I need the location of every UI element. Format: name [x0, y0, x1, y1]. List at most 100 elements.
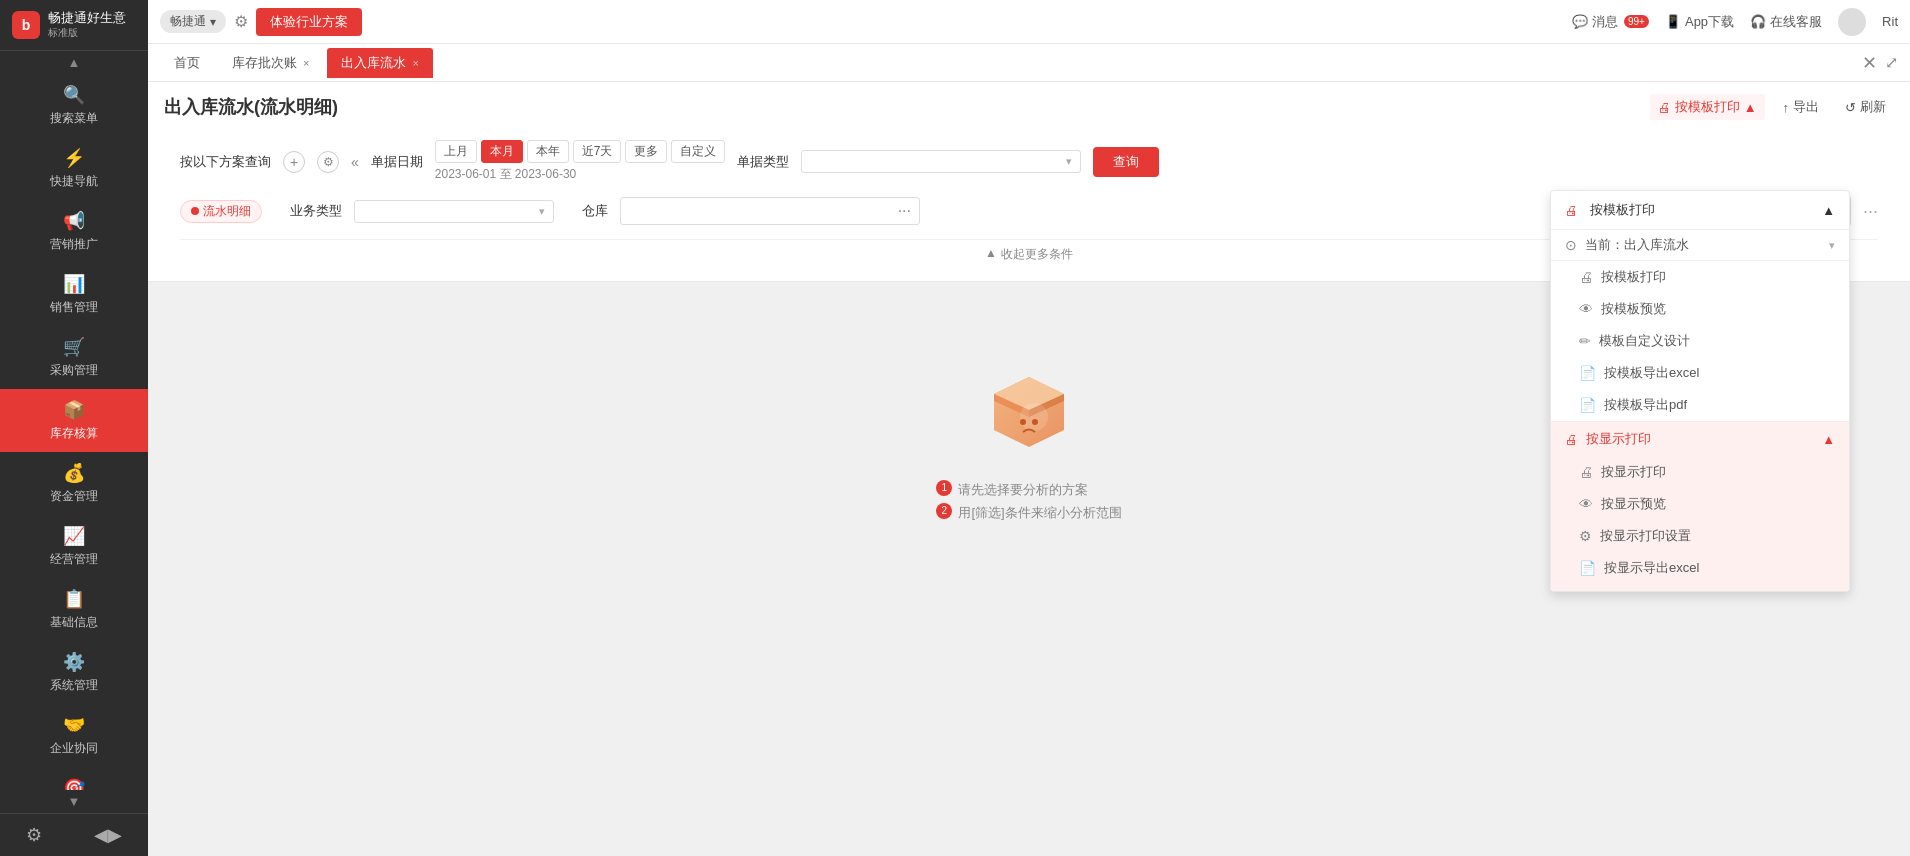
- query-button[interactable]: 查询: [1093, 147, 1159, 177]
- tab-batch-account[interactable]: 库存批次账 ×: [218, 48, 323, 78]
- date-btn-last-month[interactable]: 上月: [435, 140, 477, 163]
- display-print-item[interactable]: 🖨 按显示打印: [1551, 456, 1849, 488]
- doc-type-select[interactable]: ▾: [801, 150, 1081, 173]
- tab-inout-flow-close[interactable]: ×: [412, 57, 418, 69]
- warehouse-select[interactable]: ···: [620, 197, 920, 225]
- page-title-row: 出入库流水(流水明细) 🖨 按模板打印 ▲ ↑ 导出 ↺ 刷新: [164, 94, 1894, 120]
- warehouse-more-icon[interactable]: ···: [898, 202, 911, 220]
- date-btn-custom[interactable]: 自定义: [671, 140, 725, 163]
- date-filter: 上月 本月 本年 近7天 更多 自定义 2023-06-01 至 2023-06…: [435, 140, 726, 183]
- template-print-item[interactable]: 🖨 按模板打印: [1551, 261, 1849, 293]
- tab-batch-account-close[interactable]: ×: [303, 57, 309, 69]
- tabs-close-all-button[interactable]: ✕: [1862, 52, 1877, 74]
- display-export-pdf-item[interactable]: 📄 按显示导出pdf: [1551, 584, 1849, 591]
- page-actions: 🖨 按模板打印 ▲ ↑ 导出 ↺ 刷新: [1650, 94, 1894, 120]
- filter-tag-dot: [191, 207, 199, 215]
- print-icon: 🖨: [1658, 100, 1671, 115]
- biz-type-select[interactable]: ▾: [354, 200, 554, 223]
- date-btn-more[interactable]: 更多: [625, 140, 667, 163]
- sidebar-item-label: 经营管理: [50, 551, 98, 568]
- display-print-settings-item[interactable]: ⚙ 按显示打印设置: [1551, 520, 1849, 552]
- display-print-icon: 🖨: [1579, 464, 1593, 480]
- sidebar-item-guide[interactable]: 🎯 新手引导: [0, 767, 148, 790]
- message-badge: 99+: [1624, 15, 1649, 28]
- svg-point-5: [1020, 419, 1026, 425]
- template-preview-label: 按模板预览: [1601, 300, 1666, 318]
- display-print-section-icon: 🖨: [1565, 432, 1578, 447]
- sidebar-item-system[interactable]: ⚙️ 系统管理: [0, 641, 148, 704]
- topbar-dropdown-icon: ▾: [210, 15, 216, 29]
- sidebar-scroll-up[interactable]: ▲: [0, 51, 148, 74]
- topbar-message[interactable]: 💬 消息 99+: [1572, 13, 1649, 31]
- sidebar-item-label: 采购管理: [50, 362, 98, 379]
- sidebar-logo: b 畅捷通好生意 标准版: [0, 0, 148, 51]
- topbar-gear-icon[interactable]: ⚙: [234, 12, 248, 31]
- sidebar-item-basic[interactable]: 📋 基础信息: [0, 578, 148, 641]
- more-actions-button[interactable]: ···: [1863, 201, 1878, 222]
- template-export-pdf-item[interactable]: 📄 按模板导出pdf: [1551, 389, 1849, 421]
- sidebar-item-search[interactable]: 🔍 搜索菜单: [0, 74, 148, 137]
- refresh-button[interactable]: ↺ 刷新: [1837, 94, 1894, 120]
- display-print-section-up-arrow: ▲: [1822, 432, 1835, 447]
- sidebar-item-operation[interactable]: 📈 经营管理: [0, 515, 148, 578]
- sidebar-item-inventory[interactable]: 📦 库存核算: [0, 389, 148, 452]
- refresh-label: 刷新: [1860, 98, 1886, 116]
- date-buttons: 上月 本月 本年 近7天 更多 自定义: [435, 140, 726, 163]
- display-excel-label: 按显示导出excel: [1604, 559, 1699, 577]
- sidebar-settings-icon[interactable]: ⚙: [26, 824, 42, 846]
- active-filter-tag[interactable]: 流水明细: [180, 200, 262, 223]
- online-service-label: 在线客服: [1770, 13, 1822, 31]
- topbar-app-download[interactable]: 📱 App下载: [1665, 13, 1734, 31]
- print-template-button[interactable]: 🖨 按模板打印 ▲: [1650, 94, 1765, 120]
- export-button[interactable]: ↑ 导出: [1775, 94, 1828, 120]
- svg-point-4: [1020, 403, 1048, 431]
- sidebar-toggle-icon[interactable]: ◀▶: [94, 824, 122, 846]
- template-export-excel-item[interactable]: 📄 按模板导出excel: [1551, 357, 1849, 389]
- date-range-display: 2023-06-01 至 2023-06-30: [435, 166, 726, 183]
- display-print-label: 按显示打印: [1601, 463, 1666, 481]
- template-pdf-label: 按模板导出pdf: [1604, 396, 1687, 414]
- display-export-excel-item[interactable]: 📄 按显示导出excel: [1551, 552, 1849, 584]
- filter-collapse-left-button[interactable]: «: [351, 154, 359, 170]
- sidebar-item-label: 搜索菜单: [50, 110, 98, 127]
- tab-home[interactable]: 首页: [160, 48, 214, 78]
- tab-inout-flow[interactable]: 出入库流水 ×: [327, 48, 432, 78]
- filter-add-button[interactable]: +: [283, 151, 305, 173]
- sidebar-item-finance[interactable]: 💰 资金管理: [0, 452, 148, 515]
- sidebar-item-sales[interactable]: 📊 销售管理: [0, 263, 148, 326]
- date-btn-7days[interactable]: 近7天: [573, 140, 622, 163]
- current-template-item[interactable]: ⊙ 当前：出入库流水 ▾: [1551, 230, 1849, 260]
- template-preview-item[interactable]: 👁 按模板预览: [1551, 293, 1849, 325]
- tab-home-label: 首页: [174, 54, 200, 72]
- topbar-user-display[interactable]: 畅捷通 ▾: [160, 10, 226, 33]
- date-btn-this-year[interactable]: 本年: [527, 140, 569, 163]
- topbar-online-service[interactable]: 🎧 在线客服: [1750, 13, 1822, 31]
- tabs-maximize-button[interactable]: ⤢: [1885, 53, 1898, 72]
- enterprise-icon: 🤝: [63, 714, 85, 736]
- template-custom-design-item[interactable]: ✏ 模板自定义设计: [1551, 325, 1849, 357]
- template-preview-icon: 👁: [1579, 301, 1593, 317]
- sidebar-item-quick-nav[interactable]: ⚡ 快捷导航: [0, 137, 148, 200]
- export-label: 导出: [1793, 98, 1819, 116]
- filter-settings-button[interactable]: ⚙: [317, 151, 339, 173]
- empty-state-icon: [979, 362, 1079, 462]
- sidebar-item-purchase[interactable]: 🛒 采购管理: [0, 326, 148, 389]
- sidebar-item-marketing[interactable]: 📢 营销推广: [0, 200, 148, 263]
- display-print-section-header[interactable]: 🖨 按显示打印 ▲: [1551, 422, 1849, 456]
- print-dropdown-panel: 🖨 按模板打印 ▲ ⊙ 当前：出入库流水 ▾ 🖨 按模板打印: [1550, 190, 1850, 592]
- sidebar-scroll-down[interactable]: ▼: [0, 790, 148, 813]
- empty-tip-1: 1 请先选择要分析的方案: [936, 478, 1121, 501]
- logo-icon: b: [12, 11, 40, 39]
- avatar[interactable]: [1838, 8, 1866, 36]
- print-dropdown-header[interactable]: 🖨 按模板打印 ▲: [1551, 191, 1849, 230]
- template-design-label: 模板自定义设计: [1599, 332, 1690, 350]
- date-btn-this-month[interactable]: 本月: [481, 140, 523, 163]
- trial-button[interactable]: 体验行业方案: [256, 8, 362, 36]
- system-icon: ⚙️: [63, 651, 85, 673]
- template-design-icon: ✏: [1579, 333, 1591, 349]
- topbar-username-text: 畅捷通: [170, 13, 206, 30]
- template-print-label: 按模板打印: [1601, 268, 1666, 286]
- sidebar-item-enterprise[interactable]: 🤝 企业协同: [0, 704, 148, 767]
- display-preview-item[interactable]: 👁 按显示预览: [1551, 488, 1849, 520]
- sidebar-item-label: 销售管理: [50, 299, 98, 316]
